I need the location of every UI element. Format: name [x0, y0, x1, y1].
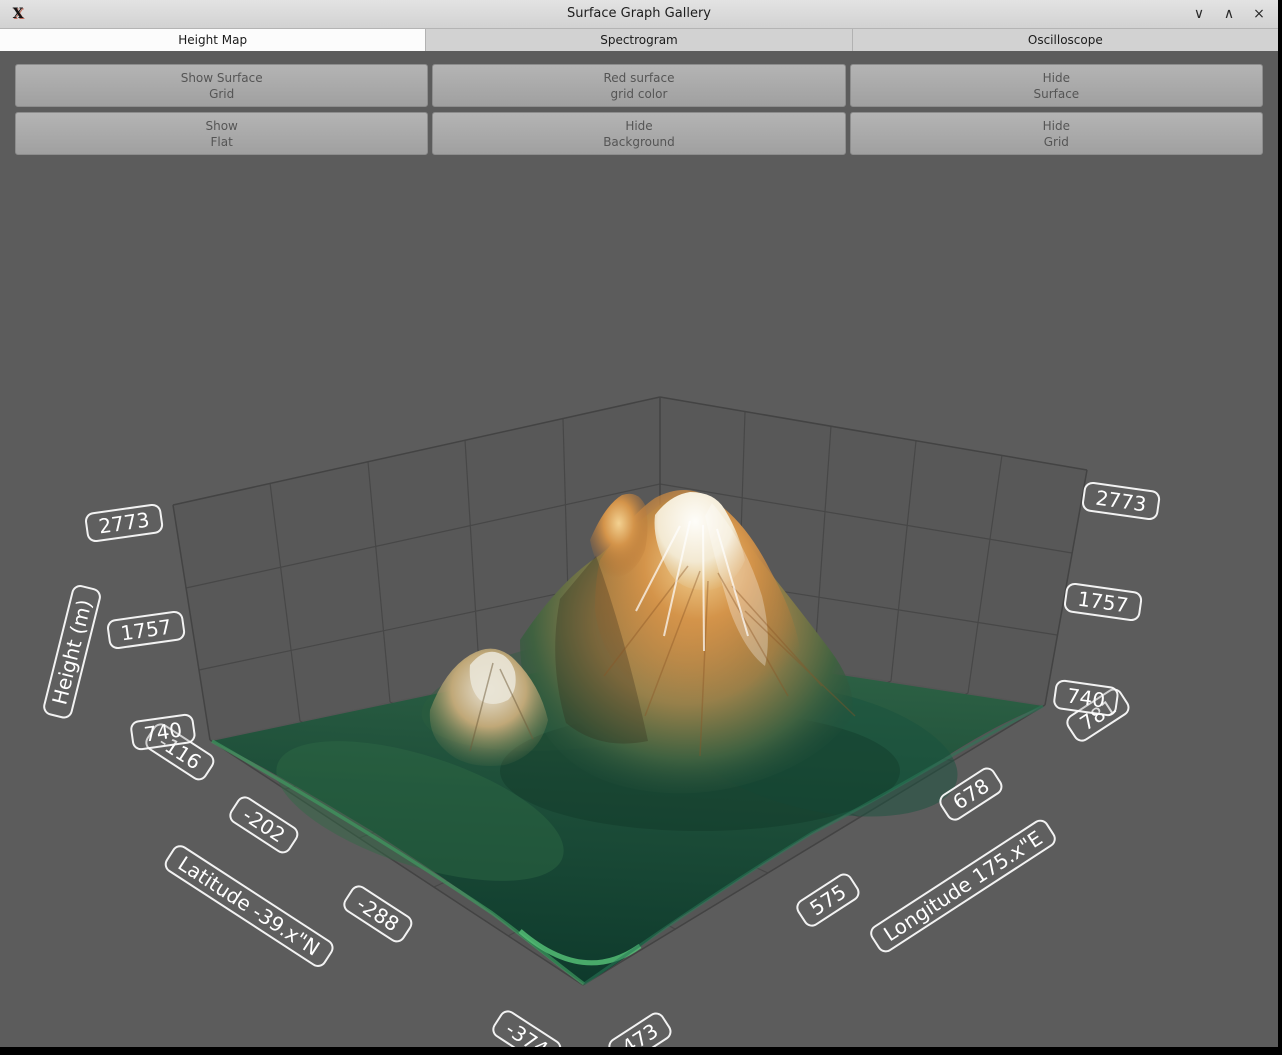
- button-label: grid color: [611, 86, 668, 102]
- red-surface-grid-color-button[interactable]: Red surface grid color: [432, 64, 845, 107]
- button-label: Background: [603, 134, 675, 150]
- button-label: Hide: [1043, 118, 1070, 134]
- button-label: Grid: [1044, 134, 1069, 150]
- hide-surface-button[interactable]: Hide Surface: [850, 64, 1263, 107]
- window-controls: ∨ ∧ ×: [1188, 0, 1270, 28]
- maximize-window-icon[interactable]: ∧: [1218, 3, 1240, 25]
- surface-3d-viewport[interactable]: Height (m) 2773 1757 -116 740 2773 1757 …: [0, 51, 1278, 1047]
- hide-grid-button[interactable]: Hide Grid: [850, 112, 1263, 155]
- button-label: Grid: [209, 86, 234, 102]
- app-window: X Surface Graph Gallery ∨ ∧ × Height Map…: [0, 0, 1278, 1047]
- button-label: Show: [205, 118, 237, 134]
- tab-oscilloscope[interactable]: Oscilloscope: [853, 29, 1278, 51]
- button-label: Flat: [211, 134, 233, 150]
- graph-toolbar: Show Surface Grid Red surface grid color…: [15, 64, 1263, 155]
- hide-background-button[interactable]: Hide Background: [432, 112, 845, 155]
- tab-bar: Height Map Spectrogram Oscilloscope: [0, 29, 1278, 52]
- show-flat-button[interactable]: Show Flat: [15, 112, 428, 155]
- surface-3d-scene: [0, 51, 1278, 1047]
- title-bar[interactable]: X Surface Graph Gallery ∨ ∧ ×: [0, 0, 1278, 29]
- tab-height-map[interactable]: Height Map: [0, 29, 426, 51]
- close-window-icon[interactable]: ×: [1248, 3, 1270, 25]
- shade-window-icon[interactable]: ∨: [1188, 3, 1210, 25]
- button-label: Red surface: [604, 70, 675, 86]
- tab-spectrogram[interactable]: Spectrogram: [426, 29, 852, 51]
- button-label: Show Surface: [181, 70, 263, 86]
- show-surface-grid-button[interactable]: Show Surface Grid: [15, 64, 428, 107]
- window-title: Surface Graph Gallery: [0, 0, 1278, 28]
- button-label: Surface: [1033, 86, 1079, 102]
- button-label: Hide: [1043, 70, 1070, 86]
- button-label: Hide: [625, 118, 652, 134]
